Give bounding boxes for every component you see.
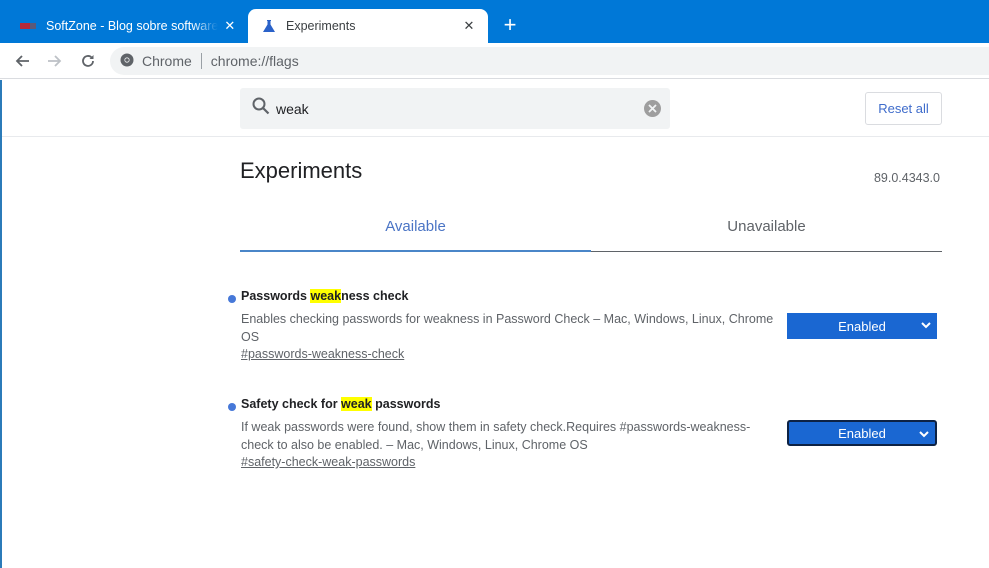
tab-unavailable[interactable]: Unavailable <box>591 210 942 251</box>
flag-name-text: Passwords <box>241 289 311 303</box>
select-value: Enabled <box>838 318 886 334</box>
flag-name-text: Safety check for <box>241 397 342 411</box>
page-title: Experiments <box>240 158 363 183</box>
reset-all-button[interactable]: Reset all <box>865 92 942 125</box>
version-label: 89.0.4343.0 <box>873 171 940 185</box>
flag-name: Passwords weakness check <box>241 289 409 303</box>
clear-search-icon[interactable] <box>644 100 661 117</box>
address-bar[interactable]: Chrome chrome://flags <box>110 47 989 75</box>
header-divider <box>2 136 989 137</box>
softzone-favicon <box>20 19 38 33</box>
flag-modified-dot <box>228 403 236 411</box>
url-text[interactable]: chrome://flags <box>211 53 299 69</box>
flag-item: Passwords weakness check Enables checkin… <box>228 283 948 373</box>
toolbar: Chrome chrome://flags <box>0 43 989 79</box>
tab-experiments[interactable]: Experiments ✕ <box>248 9 488 43</box>
new-tab-button[interactable]: + <box>498 14 522 38</box>
search-box[interactable] <box>240 88 670 129</box>
flag-item: Safety check for weak passwords If weak … <box>228 391 948 481</box>
chevron-down-icon <box>919 427 929 444</box>
origin-chip: Chrome <box>142 53 192 69</box>
flag-name: Safety check for weak passwords <box>241 397 440 411</box>
flag-state-select[interactable]: Enabled <box>787 313 937 339</box>
flask-icon <box>260 19 278 33</box>
flag-state-select[interactable]: Enabled <box>787 420 937 446</box>
search-icon <box>252 97 270 120</box>
flag-name-text: passwords <box>371 397 441 411</box>
flag-description: If weak passwords were found, show them … <box>241 420 751 452</box>
flag-permalink[interactable]: #passwords-weakness-check <box>241 347 404 361</box>
arrow-right-icon <box>48 55 62 67</box>
flag-name-text: ness check <box>341 289 409 303</box>
tab-available[interactable]: Available <box>240 210 591 251</box>
close-tab-icon[interactable]: ✕ <box>218 18 242 34</box>
arrow-left-icon <box>15 55 29 67</box>
close-tab-icon[interactable]: ✕ <box>456 18 482 34</box>
search-input[interactable] <box>276 100 616 117</box>
chrome-icon <box>120 53 134 70</box>
flag-modified-dot <box>228 295 236 303</box>
forward-button[interactable] <box>43 49 67 73</box>
chevron-down-icon <box>921 318 931 335</box>
reload-icon <box>82 55 94 67</box>
reload-button[interactable] <box>76 49 100 73</box>
tab-title: Experiments <box>286 19 356 33</box>
flag-permalink[interactable]: #safety-check-weak-passwords <box>241 455 415 469</box>
search-highlight: weak <box>310 289 342 303</box>
tab-indicator <box>240 250 591 252</box>
flags-page: Reset all Experiments 89.0.4343.0 Availa… <box>0 80 989 568</box>
back-button[interactable] <box>10 49 34 73</box>
omnibox-separator <box>200 53 202 69</box>
tab-strip: SoftZone - Blog sobre software, t ✕ Expe… <box>0 0 989 43</box>
search-highlight: weak <box>341 397 372 411</box>
tab-title: SoftZone - Blog sobre software, t <box>46 19 218 33</box>
select-value: Enabled <box>838 425 886 441</box>
tab-softzone[interactable]: SoftZone - Blog sobre software, t ✕ <box>0 9 248 43</box>
flags-tabs: Available Unavailable <box>240 210 942 252</box>
flag-description: Enables checking passwords for weakness … <box>241 312 774 344</box>
